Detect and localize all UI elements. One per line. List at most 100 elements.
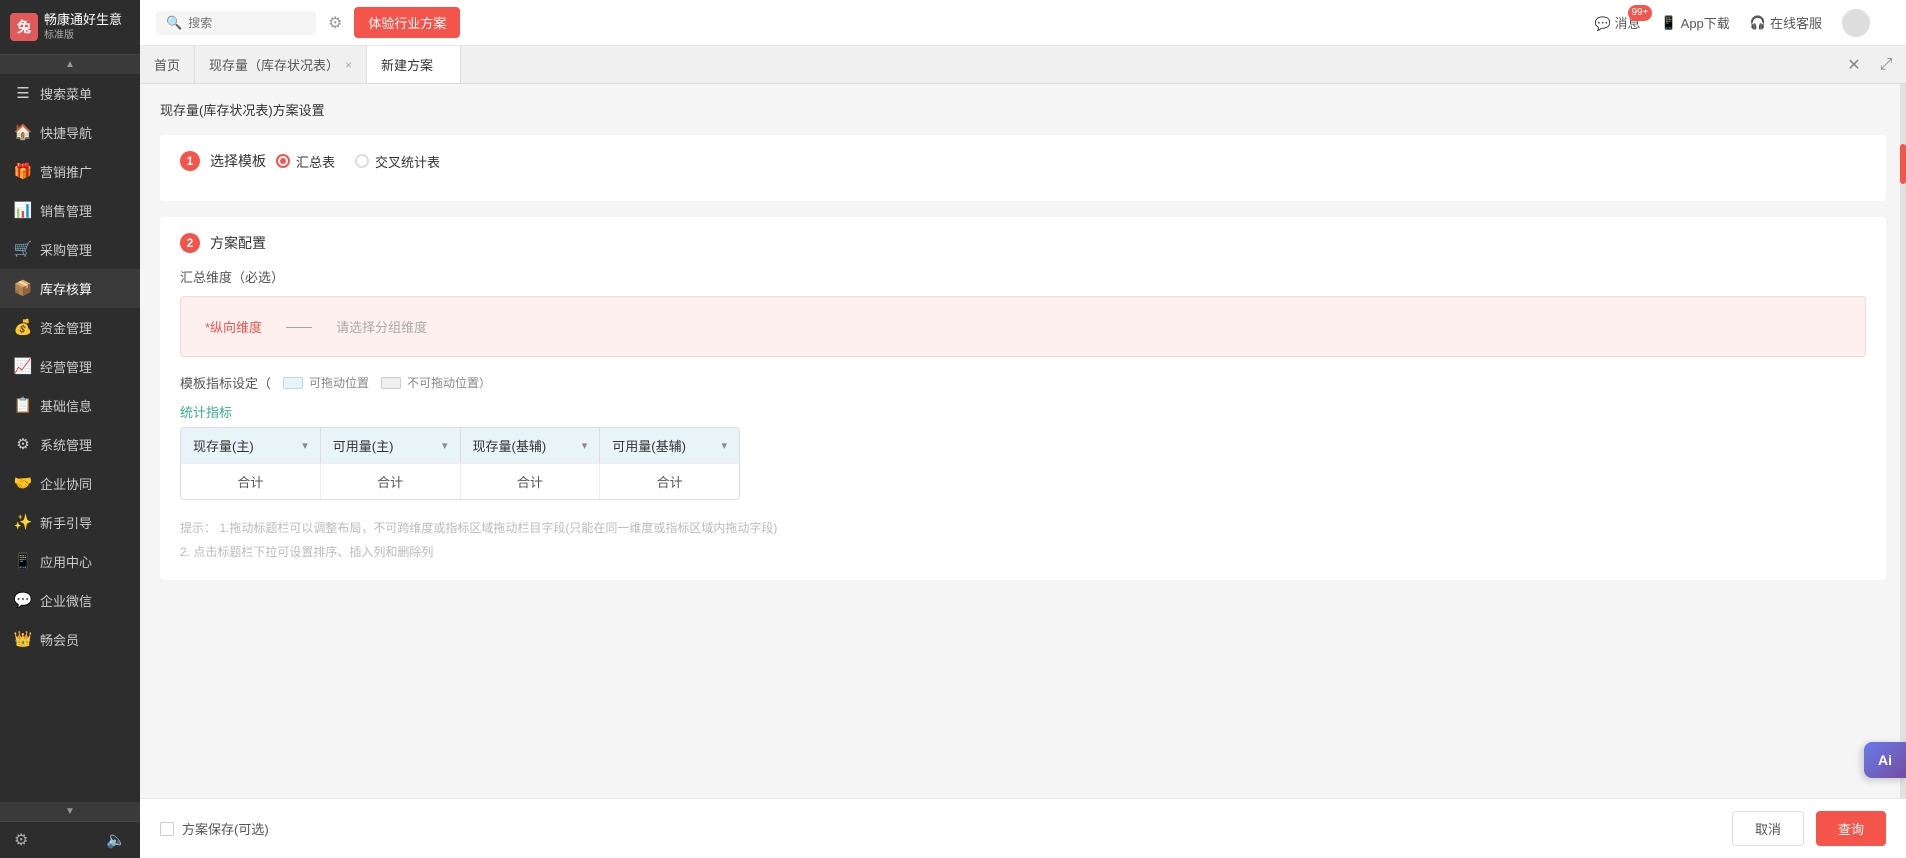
header-cell-2[interactable]: 可用量(主) ▾ [321,428,461,463]
sidebar-item-app-center[interactable]: 📱 应用中心 [0,542,140,581]
sidebar-item-label: 快捷导航 [40,123,92,142]
app-download-icon: 📱 [1660,15,1676,31]
step2-badge: 2 [180,233,200,253]
save-option[interactable]: 方案保存(可选) [160,819,269,838]
tip2-text: 2. 点击标题栏下拉可设置排序、插入列和删除列 [180,545,433,559]
tabs-bar: 首页 现存量（库存状况表） × 新建方案 × ✕ ⤢ [140,46,1906,84]
logo-icon: 兔 [10,13,38,41]
query-button[interactable]: 查询 [1816,811,1886,846]
chevron-down-icon-3[interactable]: ▾ [582,439,588,452]
sidebar-item-search-menu[interactable]: ☰ 搜索菜单 [0,74,140,113]
sales-icon: 📊 [14,201,32,219]
step1-block: 1 选择模板 汇总表 交叉统计表 [160,135,1886,201]
sidebar-item-quick-nav[interactable]: 🏠 快捷导航 [0,113,140,152]
radio-summary-circle[interactable] [276,154,290,168]
tab-close-icon[interactable]: ✕ [1842,53,1866,77]
search-menu-icon: ☰ [14,84,32,102]
header-label-2: 可用量(主) [333,436,394,455]
purchase-icon: 🛒 [14,240,32,258]
sidebar-item-inventory[interactable]: 📦 库存核算 [0,269,140,308]
messages-btn[interactable]: 💬 消息 99+ [1595,13,1641,32]
sidebar-item-marketing[interactable]: 🎁 营销推广 [0,152,140,191]
header-label-3: 现存量(基辅) [473,436,547,455]
tab-expand-icon[interactable]: ⤢ [1874,53,1898,77]
tip2-row: 2. 点击标题栏下拉可设置排序、插入列和删除列 [180,540,1866,564]
sidebar-item-base-info[interactable]: 📋 基础信息 [0,386,140,425]
sidebar-item-member[interactable]: 👑 畅会员 [0,620,140,659]
bottom-bar: 方案保存(可选) 取消 查询 [140,798,1906,858]
config-section: 汇总维度（必选） *纵向维度 —— 请选择分组维度 模板指标设定（ 可拖动位置 [180,267,1866,564]
header-cell-3[interactable]: 现存量(基辅) ▾ [461,428,601,463]
sidebar-item-finance[interactable]: 💰 资金管理 [0,308,140,347]
tabs-right-actions: ✕ ⤢ [1842,53,1906,77]
sidebar-nav: ☰ 搜索菜单 🏠 快捷导航 🎁 营销推广 📊 销售管理 🛒 采购管理 📦 库存核… [0,74,140,802]
ai-float-button[interactable]: Ai [1864,742,1906,778]
step1-title: 选择模板 [210,151,266,171]
app-center-icon: 📱 [14,552,32,570]
content-area: 现存量(库存状况表)方案设置 1 选择模板 汇总表 交叉统计表 [140,84,1906,798]
online-service-btn[interactable]: 🎧 在线客服 [1750,13,1822,32]
save-checkbox[interactable] [160,822,174,836]
chevron-down-icon-1[interactable]: ▾ [302,439,308,452]
radio-cross-circle[interactable] [355,154,369,168]
header-label-4: 可用量(基辅) [612,436,686,455]
header-cell-1[interactable]: 现存量(主) ▾ [181,428,321,463]
app-title: 畅康通好生意 [44,12,122,29]
sidebar-scroll-down[interactable]: ▼ [0,802,140,821]
sidebar-item-purchase[interactable]: 🛒 采购管理 [0,230,140,269]
service-icon: 🎧 [1750,15,1766,31]
sidebar-item-label: 系统管理 [40,435,92,454]
app-download-btn[interactable]: 📱 App下载 [1660,13,1729,32]
sidebar-item-label: 畅会员 [40,630,79,649]
settings-gear-icon[interactable]: ⚙ [328,13,342,33]
radio-summary[interactable]: 汇总表 [276,152,335,171]
sidebar-scroll-up[interactable]: ▲ [0,55,140,74]
sound-icon[interactable]: 🔈 [106,830,126,850]
dimension-box[interactable]: *纵向维度 —— 请选择分组维度 [180,296,1866,357]
search-icon: 🔍 [166,15,182,31]
new-guide-icon: ✨ [14,513,32,531]
experience-btn[interactable]: 体验行业方案 [354,7,460,38]
sidebar-item-system[interactable]: ⚙ 系统管理 [0,425,140,464]
radio-cross[interactable]: 交叉统计表 [355,152,440,171]
system-icon: ⚙ [14,435,32,453]
sidebar-item-label: 新手引导 [40,513,92,532]
user-avatar[interactable] [1842,9,1870,37]
settings-icon[interactable]: ⚙ [14,830,28,850]
tab-home[interactable]: 首页 [140,46,195,83]
header-cell-4[interactable]: 可用量(基辅) ▾ [600,428,739,463]
tab-inventory-label: 现存量（库存状况表） [209,55,339,74]
member-icon: 👑 [14,630,32,648]
sidebar: 兔 畅康通好生意 标准版 ▲ ☰ 搜索菜单 🏠 快捷导航 🎁 营销推广 📊 销售… [0,0,140,858]
tab-new-plan-close[interactable]: × [439,59,446,71]
marketing-icon: 🎁 [14,162,32,180]
sidebar-item-enterprise-wechat[interactable]: 💬 企业微信 [0,581,140,620]
sidebar-item-label: 基础信息 [40,396,92,415]
dimension-placeholder: 请选择分组维度 [336,317,427,336]
topbar-right: 💬 消息 99+ 📱 App下载 🎧 在线客服 [1595,9,1890,37]
sidebar-item-sales[interactable]: 📊 销售管理 [0,191,140,230]
right-scrollbar[interactable] [1900,84,1906,798]
radio-summary-label: 汇总表 [296,152,335,171]
sidebar-item-label: 搜索菜单 [40,84,92,103]
tab-inventory-close[interactable]: × [345,59,352,71]
tab-inventory-status[interactable]: 现存量（库存状况表） × [195,46,367,83]
movable-legend-box [283,377,303,389]
sidebar-item-label: 库存核算 [40,279,92,298]
sidebar-item-operations[interactable]: 📈 经营管理 [0,347,140,386]
cancel-button[interactable]: 取消 [1732,811,1804,846]
chevron-down-icon-2[interactable]: ▾ [442,439,448,452]
step2-block: 2 方案配置 汇总维度（必选） *纵向维度 —— 请选择分组维度 模板指标设定（… [160,217,1886,580]
sidebar-item-new-guide[interactable]: ✨ 新手引导 [0,503,140,542]
sidebar-item-label: 企业协同 [40,474,92,493]
stat-label: 统计指标 [180,402,1866,421]
sidebar-item-enterprise[interactable]: 🤝 企业协同 [0,464,140,503]
tab-new-plan[interactable]: 新建方案 × [367,46,461,83]
sidebar-item-label: 企业微信 [40,591,92,610]
scrollbar-thumb [1900,144,1906,184]
chevron-down-icon-4[interactable]: ▾ [721,439,727,452]
search-input[interactable] [188,16,298,30]
sidebar-bottom: ⚙ 🔈 [0,821,140,858]
cell-1-4: 合计 [600,464,739,499]
search-box[interactable]: 🔍 [156,11,316,35]
